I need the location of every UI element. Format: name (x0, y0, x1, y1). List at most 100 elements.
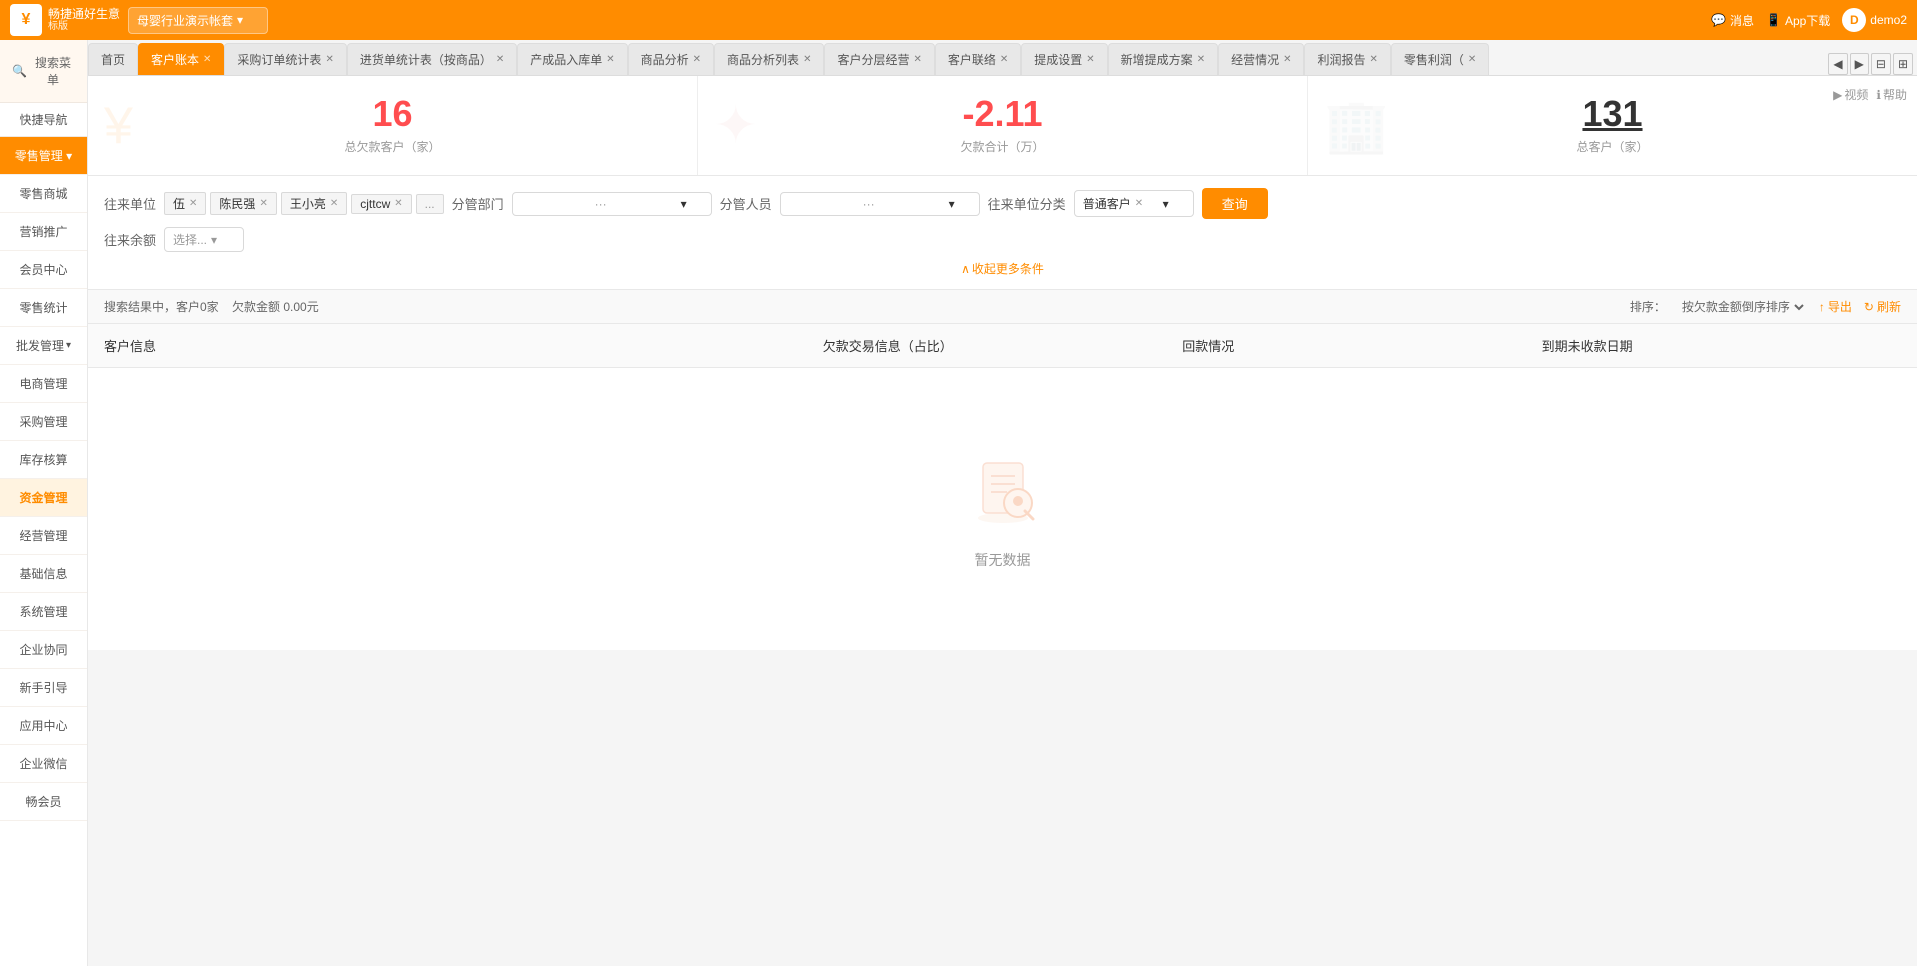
tab-product-analysis-list-close[interactable]: ✕ (803, 54, 811, 65)
sidebar-item-ecommerce[interactable]: 电商管理 (0, 365, 87, 403)
tab-purchase-order-stats[interactable]: 采购订单统计表 ✕ (224, 43, 346, 75)
tab-product-analysis-list-label: 商品分析列表 (727, 51, 799, 68)
tab-add-commission-close[interactable]: ✕ (1197, 54, 1205, 65)
sidebar-item-system[interactable]: 系统管理 (0, 593, 87, 631)
tab-retail-profit[interactable]: 零售利润（ ✕ (1391, 43, 1489, 75)
sidebar-item-enterprise-collab[interactable]: 企业协同 (0, 631, 87, 669)
tab-stock-stats-close[interactable]: ✕ (496, 54, 504, 65)
tab-product-analysis-list[interactable]: 商品分析列表 ✕ (714, 43, 824, 75)
person-select[interactable]: ··· ▾ (780, 192, 980, 216)
stat-debt-customers-value: 16 (372, 96, 412, 132)
sidebar-item-basic-info[interactable]: 基础信息 (0, 555, 87, 593)
person-more-icon: ··· (863, 197, 875, 211)
sidebar-item-retail-mall[interactable]: 零售商城 (0, 175, 87, 213)
tab-profit-report[interactable]: 利润报告 ✕ (1304, 43, 1390, 75)
logo-icon: ¥ (10, 4, 42, 36)
unit-category-select[interactable]: 普通客户 ✕ ▾ (1074, 190, 1194, 217)
tab-profit-report-close[interactable]: ✕ (1370, 54, 1378, 65)
query-button[interactable]: 查询 (1202, 188, 1268, 219)
tag-wang-remove[interactable]: ✕ (330, 198, 338, 209)
dept-label: 分管部门 (452, 194, 504, 213)
sidebar-item-newbie[interactable]: 新手引导 (0, 669, 87, 707)
tab-minimize[interactable]: ⊟ (1871, 53, 1891, 75)
tab-purchase-order-stats-close[interactable]: ✕ (325, 54, 333, 65)
tab-customer-ledger-close[interactable]: ✕ (203, 54, 211, 65)
sort-select[interactable]: 按欠款金额倒序排序 (1678, 299, 1807, 315)
video-label: 视频 (1844, 86, 1868, 103)
tag-wu-remove[interactable]: ✕ (189, 198, 197, 209)
sidebar-item-member[interactable]: 畅会员 (0, 783, 87, 821)
sidebar-label-retail-stats: 零售统计 (19, 301, 67, 315)
export-btn[interactable]: ↑ 导出 (1819, 298, 1852, 315)
messages-btn[interactable]: 💬 消息 (1711, 12, 1754, 29)
tab-stock-stats[interactable]: 进货单统计表（按商品） ✕ (347, 43, 517, 75)
sidebar-label-newbie: 新手引导 (19, 681, 67, 695)
sidebar-item-inventory[interactable]: 库存核算 (0, 441, 87, 479)
sidebar-item-purchase-mgmt[interactable]: 采购管理 (0, 403, 87, 441)
tab-customer-layer-close[interactable]: ✕ (913, 54, 921, 65)
sidebar-item-wechat[interactable]: 企业微信 (0, 745, 87, 783)
result-text: 搜索结果中，客户0家 (104, 300, 219, 314)
user-avatar[interactable]: D demo2 (1842, 8, 1907, 32)
tab-operations-label: 经营情况 (1231, 51, 1279, 68)
filter-tag-wang: 王小亮 ✕ (281, 192, 347, 215)
tab-product-inbound-close[interactable]: ✕ (606, 54, 614, 65)
tab-operations[interactable]: 经营情况 ✕ (1218, 43, 1304, 75)
tab-customer-contact[interactable]: 客户联络 ✕ (935, 43, 1021, 75)
tab-scroll-left[interactable]: ◀ (1828, 53, 1847, 75)
collapse-btn[interactable]: ∧ 收起更多条件 (961, 260, 1044, 277)
help-btn[interactable]: ℹ 帮助 (1876, 86, 1907, 103)
sidebar-item-operations[interactable]: 经营管理 (0, 517, 87, 555)
sidebar-item-retail-mgmt[interactable]: 零售管理 ▾ (0, 137, 87, 175)
store-selector[interactable]: 母婴行业演示帐套 ▾ (128, 7, 268, 34)
tab-customer-ledger[interactable]: 客户账本 ✕ (138, 43, 224, 75)
stat-bg-icon-1: ¥ (104, 96, 133, 156)
filter-bar: 往来单位 伍 ✕ 陈民强 ✕ 王小亮 ✕ (88, 176, 1917, 290)
sidebar-search-btn[interactable]: 🔍 搜索菜单 (8, 50, 79, 92)
tab-product-analysis[interactable]: 商品分析 ✕ (628, 43, 714, 75)
chevron-icon: ▾ (66, 149, 72, 163)
dept-select[interactable]: ··· ▾ (512, 192, 712, 216)
tab-commission-setting[interactable]: 提成设置 ✕ (1021, 43, 1107, 75)
tab-product-inbound[interactable]: 产成品入库单 ✕ (517, 43, 627, 75)
unit-category-remove[interactable]: ✕ (1135, 198, 1143, 209)
tab-operations-close[interactable]: ✕ (1283, 54, 1291, 65)
app-download-btn[interactable]: 📱 App下载 (1766, 12, 1830, 29)
tab-home[interactable]: 首页 (88, 43, 138, 75)
tag-cj-remove[interactable]: ✕ (394, 198, 402, 209)
filter-tag-chen: 陈民强 ✕ (210, 192, 276, 215)
balance-label: 往来余额 (104, 230, 156, 249)
result-info: 搜索结果中，客户0家 欠款金额 0.00元 (104, 298, 319, 315)
video-help-btn[interactable]: ▶ 视频 (1833, 86, 1868, 103)
tab-customer-layer[interactable]: 客户分层经营 ✕ (824, 43, 934, 75)
balance-select[interactable]: 选择... ▾ (164, 227, 244, 252)
logo-sub: 标版 (48, 21, 120, 33)
message-icon: 💬 (1711, 13, 1726, 27)
tab-product-analysis-close[interactable]: ✕ (693, 54, 701, 65)
sidebar-item-marketing[interactable]: 营销推广 (0, 213, 87, 251)
quick-nav-btn[interactable]: 快捷导航 (0, 103, 87, 137)
sidebar-label-retail-mall: 零售商城 (19, 187, 67, 201)
sidebar-item-member-center[interactable]: 会员中心 (0, 251, 87, 289)
tab-customer-contact-label: 客户联络 (948, 51, 996, 68)
sidebar-label-enterprise-collab: 企业协同 (19, 643, 67, 657)
stat-total-customers-value: 131 (1582, 96, 1642, 132)
tab-scroll-right[interactable]: ▶ (1850, 53, 1869, 75)
tag-chen-remove[interactable]: ✕ (259, 198, 267, 209)
tab-add-commission[interactable]: 新增提成方案 ✕ (1108, 43, 1218, 75)
col-customer-info: 客户信息 (104, 336, 823, 355)
sidebar-item-wholesale-mgmt[interactable]: 批发管理 ▾ (0, 327, 87, 365)
empty-state: 暂无数据 (88, 368, 1917, 650)
sidebar-item-finance[interactable]: 资金管理 (0, 479, 87, 517)
stat-bg-icon-2: ✦ (714, 96, 758, 156)
table-header: 客户信息 欠款交易信息（占比） 回款情况 到期未收款日期 (88, 324, 1917, 368)
tab-retail-profit-close[interactable]: ✕ (1468, 54, 1476, 65)
refresh-btn[interactable]: ↻ 刷新 (1864, 298, 1901, 315)
tab-maximize[interactable]: ⊞ (1893, 53, 1913, 75)
tab-customer-contact-close[interactable]: ✕ (1000, 54, 1008, 65)
sidebar-item-retail-stats[interactable]: 零售统计 (0, 289, 87, 327)
sidebar-item-app-center[interactable]: 应用中心 (0, 707, 87, 745)
chevron-down-dept: ▾ (681, 197, 687, 211)
filter-tag-more[interactable]: ... (416, 194, 444, 214)
tab-commission-setting-close[interactable]: ✕ (1086, 54, 1094, 65)
